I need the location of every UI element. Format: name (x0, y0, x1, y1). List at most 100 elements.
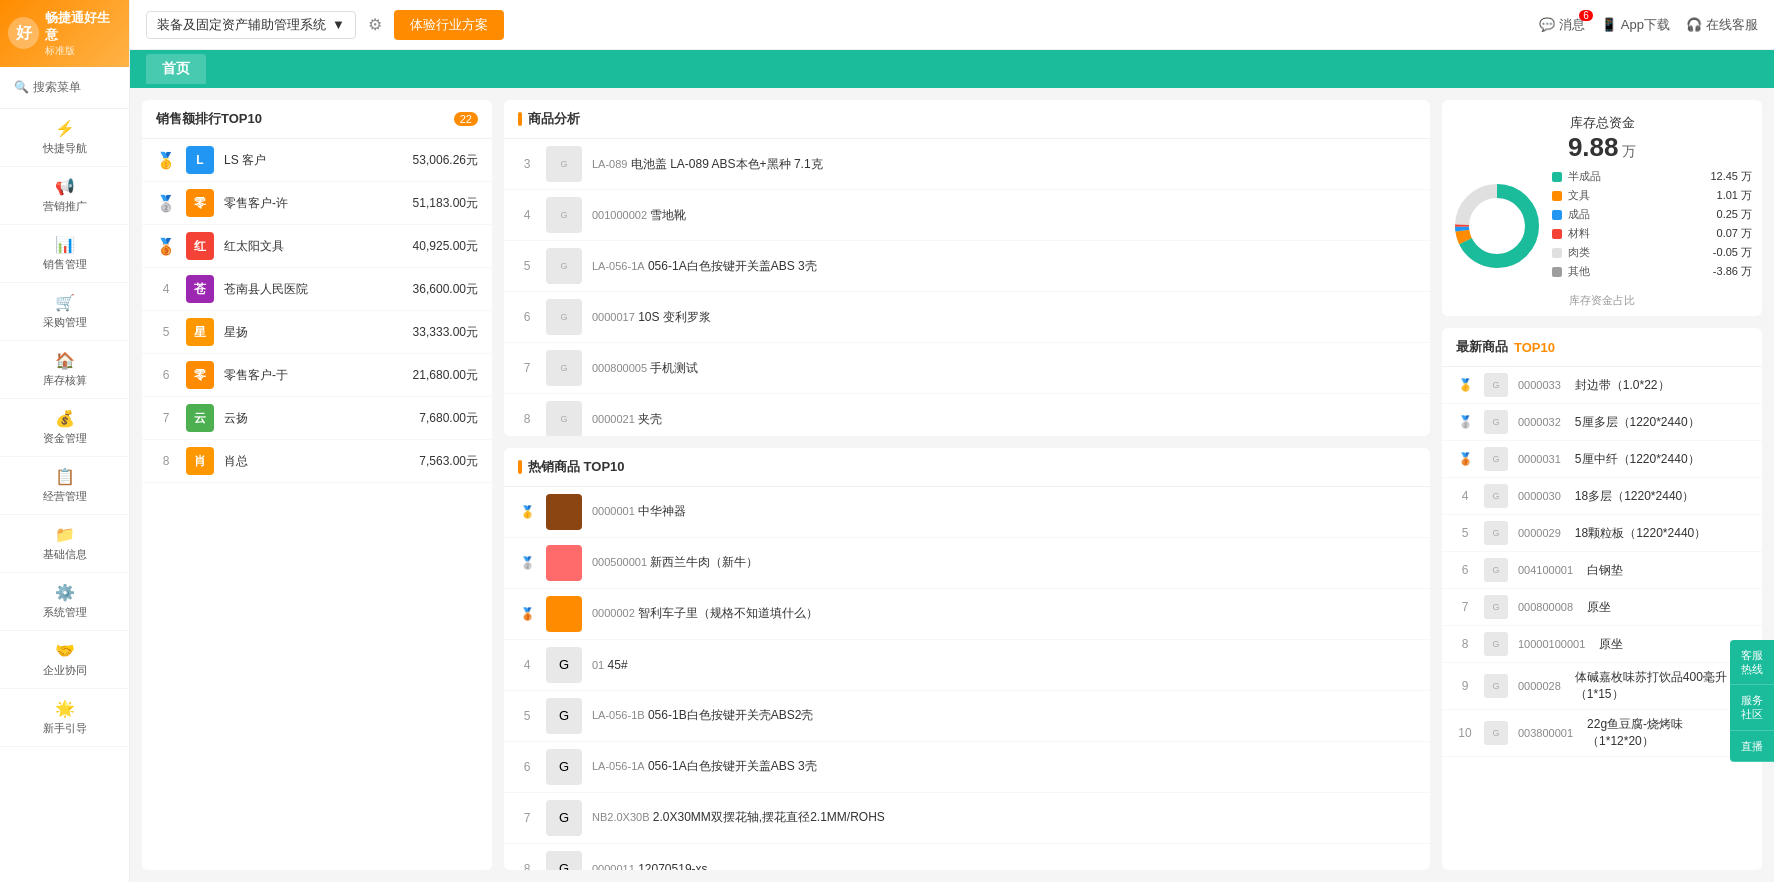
item-name: 2.0X30MM双摆花轴,摆花直径2.1MM/ROHS (653, 810, 885, 824)
sidebar-item-label: 经营管理 (43, 489, 87, 504)
item-code: 001000002 (592, 209, 647, 221)
latest-goods-title: 最新商品 (1456, 338, 1508, 356)
sidebar-search-section: 🔍 搜索菜单 (0, 67, 129, 109)
item-img (546, 494, 582, 530)
rank-amount: 53,006.26元 (413, 152, 478, 169)
latest-icon: G (1484, 632, 1508, 656)
latest-code: 000800008 (1518, 601, 1573, 613)
inventory-label: 库存总资金 (1570, 115, 1635, 130)
latest-code: 0000033 (1518, 379, 1561, 391)
sidebar-item-label: 快捷导航 (43, 141, 87, 156)
legend-item: 半成品 12.45 万 (1552, 169, 1752, 184)
item-name: 中华神器 (638, 504, 686, 518)
rank-amount: 51,183.00元 (413, 195, 478, 212)
latest-name: 5厘多层（1220*2440） (1575, 414, 1748, 431)
latest-icon: G (1484, 410, 1508, 434)
right-column: 库存总资金 9.88 万 (1442, 100, 1762, 870)
sidebar-item-label: 新手引导 (43, 721, 87, 736)
ranking-item: 8 肖 肖总 7,563.00元 (142, 440, 492, 483)
latest-rank: 🥇 (1456, 378, 1474, 392)
latest-item: 🥈 G 0000032 5厘多层（1220*2440） (1442, 404, 1762, 441)
item-info: LA-056-1A 056-1A白色按键开关盖ABS 3壳 (592, 258, 1416, 275)
sidebar-item-purchase[interactable]: 🛒 采购管理 (0, 283, 129, 341)
message-icon: 💬 (1539, 17, 1555, 32)
latest-rank: 4 (1456, 489, 1474, 503)
item-code: LA-089 (592, 158, 627, 170)
settings-icon[interactable]: ⚙ (368, 15, 382, 34)
legend-dot (1552, 229, 1562, 239)
legend-val: 0.07 万 (1717, 226, 1752, 241)
sidebar-item-label: 销售管理 (43, 257, 87, 272)
hot-goods-item: 6 G LA-056-1A 056-1A白色按键开关盖ABS 3壳 (504, 742, 1430, 793)
sidebar-item-marketing[interactable]: 📢 营销推广 (0, 167, 129, 225)
inventory-amount: 9.88 (1568, 132, 1619, 162)
latest-item: 🥉 G 0000031 5厘中纤（1220*2440） (1442, 441, 1762, 478)
headset-icon: 🎧 (1686, 17, 1702, 32)
hot-goods-item: 🥇 0000001 中华神器 (504, 487, 1430, 538)
logo-text: 畅捷通好生意 标准版 (45, 10, 121, 57)
sidebar-item-inventory[interactable]: 🏠 库存核算 (0, 341, 129, 399)
messages-btn[interactable]: 💬 消息 6 (1539, 16, 1585, 34)
donut-legend: 半成品 12.45 万 文具 1.01 万 成品 0.25 万 材料 0.07 … (1552, 169, 1752, 283)
float-live-btn[interactable]: 直播 (1730, 731, 1774, 762)
rank-name: 星扬 (224, 324, 403, 341)
legend-name: 其他 (1568, 264, 1707, 279)
latest-code: 0000031 (1518, 453, 1561, 465)
legend-item: 文具 1.01 万 (1552, 188, 1752, 203)
latest-rank: 🥉 (1456, 452, 1474, 466)
item-rank: 5 (518, 259, 536, 273)
app-download-btn[interactable]: 📱 App下载 (1601, 16, 1670, 34)
item-code: LA-056-1B (592, 709, 645, 721)
float-community-btn[interactable]: 服务社区 (1730, 685, 1774, 731)
legend-val: 0.25 万 (1717, 207, 1752, 222)
sidebar-item-guide[interactable]: 🌟 新手引导 (0, 689, 129, 747)
rank-avatar: 星 (186, 318, 214, 346)
item-img: G (546, 299, 582, 335)
float-service-btn[interactable]: 客服热线 (1730, 640, 1774, 686)
brand-name: 畅捷通好生意 (45, 10, 121, 44)
goods-analysis-item: 6 G 0000017 10S 变利罗浆 (504, 292, 1430, 343)
hot-goods-item: 4 G 01 45# (504, 640, 1430, 691)
sidebar-item-finance[interactable]: 💰 资金管理 (0, 399, 129, 457)
online-service-btn[interactable]: 🎧 在线客服 (1686, 16, 1758, 34)
sidebar-item-basic[interactable]: 📁 基础信息 (0, 515, 129, 573)
logo-icon: 好 (8, 17, 39, 49)
sales-icon: 📊 (55, 235, 75, 254)
rank-avatar: 零 (186, 361, 214, 389)
system-selector[interactable]: 装备及固定资产辅助管理系统 ▼ (146, 11, 356, 39)
latest-icon: G (1484, 521, 1508, 545)
medal-icon: 🥇 (156, 151, 176, 170)
sidebar-item-label: 库存核算 (43, 373, 87, 388)
latest-name: 18多层（1220*2440） (1575, 488, 1748, 505)
latest-item: 4 G 0000030 18多层（1220*2440） (1442, 478, 1762, 515)
latest-name: 体碱嘉枚味苏打饮品400毫升（1*15） (1575, 669, 1748, 703)
sidebar-item-coop[interactable]: 🤝 企业协同 (0, 631, 129, 689)
legend-val: 12.45 万 (1710, 169, 1752, 184)
sidebar-item-operation[interactable]: 📋 经营管理 (0, 457, 129, 515)
sidebar-item-system[interactable]: ⚙️ 系统管理 (0, 573, 129, 631)
latest-item: 6 G 004100001 白钢垫 (1442, 552, 1762, 589)
float-buttons: 客服热线 服务社区 直播 (1730, 640, 1774, 762)
medal-icon: 🥈 (156, 194, 176, 213)
sidebar-item-quick[interactable]: ⚡ 快捷导航 (0, 109, 129, 167)
item-rank: 7 (518, 361, 536, 375)
latest-name: 原坐 (1599, 636, 1748, 653)
rank-avatar: 苍 (186, 275, 214, 303)
tab-home[interactable]: 首页 (146, 54, 206, 84)
content-inner: 销售额排行TOP10 22 🥇 L LS 客户 53,006.26元 🥈 零 零… (130, 88, 1774, 882)
inventory-unit: 万 (1622, 143, 1636, 159)
search-menu-btn[interactable]: 🔍 搜索菜单 (8, 75, 121, 100)
exp-plan-button[interactable]: 体验行业方案 (394, 10, 504, 40)
item-code: 000500001 (592, 556, 647, 568)
ranking-item: 5 星 星扬 33,333.00元 (142, 311, 492, 354)
topbar-right: 💬 消息 6 📱 App下载 🎧 在线客服 (1539, 16, 1758, 34)
inventory-note: 库存资金占比 (1442, 293, 1762, 316)
rank-amount: 21,680.00元 (413, 367, 478, 384)
latest-item: 5 G 0000029 18颗粒板（1220*2440） (1442, 515, 1762, 552)
rank-amount: 33,333.00元 (413, 324, 478, 341)
rank-name: 红太阳文具 (224, 238, 403, 255)
item-code: LA-056-1A (592, 760, 645, 772)
goods-analysis-item: 5 G LA-056-1A 056-1A白色按键开关盖ABS 3壳 (504, 241, 1430, 292)
hot-goods-item: 7 G NB2.0X30B 2.0X30MM双摆花轴,摆花直径2.1MM/ROH… (504, 793, 1430, 844)
sidebar-item-sales[interactable]: 📊 销售管理 (0, 225, 129, 283)
